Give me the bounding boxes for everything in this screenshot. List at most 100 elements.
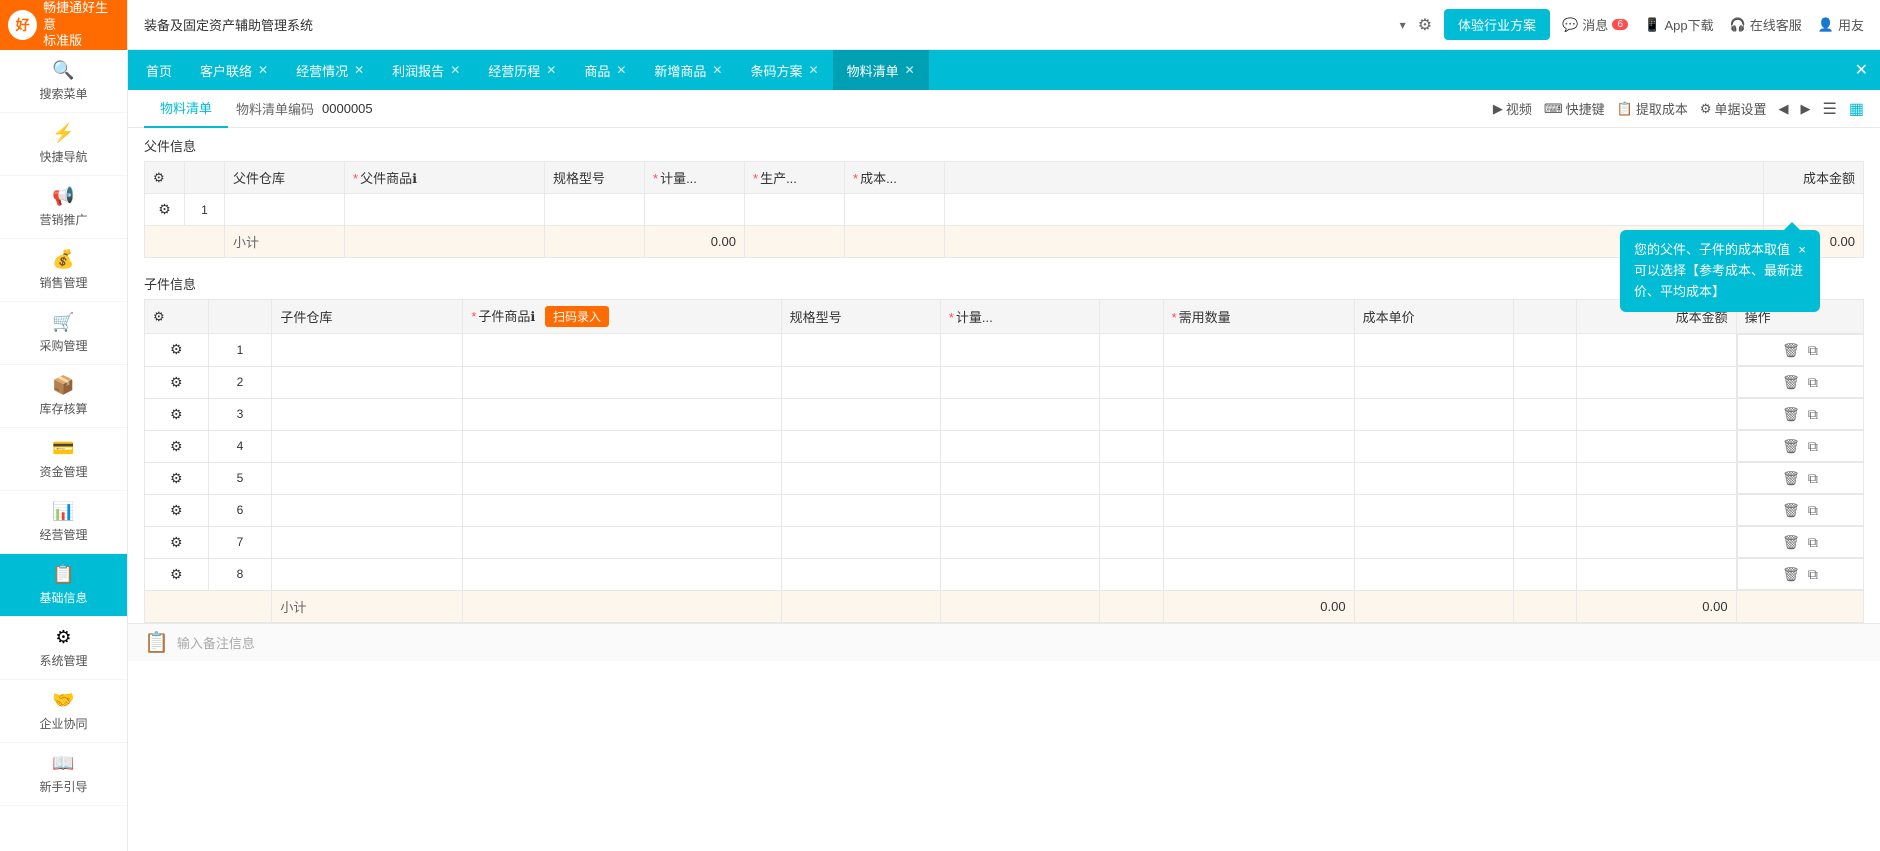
nav-grid-icon[interactable]: ▦ [1849,99,1864,119]
child-row3-settings[interactable]: ⚙ [145,398,209,430]
child-row5-warehouse[interactable] [272,462,463,494]
extract-cost-action[interactable]: 📋 提取成本 [1617,99,1688,118]
child-row4-warehouse[interactable] [272,430,463,462]
child-row1-costprice[interactable] [1354,334,1513,367]
child-row7-spec[interactable] [781,526,940,558]
sidebar-item-10[interactable]: 🤝企业协同 [0,680,127,743]
child-row5-settings[interactable]: ⚙ [145,462,209,494]
nav-tab-close-7[interactable]: ✕ [809,63,819,77]
trial-button[interactable]: 体验行业方案 [1444,9,1550,40]
sidebar-item-2[interactable]: 📢营销推广 [0,176,127,239]
nav-tab-0[interactable]: 首页 [132,50,186,90]
child-row6-delete-icon[interactable]: 🗑 [1782,502,1800,519]
child-row8-need[interactable] [1163,558,1354,591]
child-row6-product[interactable] [463,494,781,526]
child-row4-need[interactable] [1163,430,1354,462]
child-row3-warehouse[interactable] [272,398,463,430]
child-row2-delete-icon[interactable]: 🗑 [1782,374,1800,391]
sidebar-item-3[interactable]: 💰销售管理 [0,239,127,302]
gear-icon[interactable]: ⚙ [1418,15,1432,35]
nav-tab-6[interactable]: 新增商品✕ [640,50,736,90]
child-row5-costprice[interactable] [1354,462,1513,494]
sidebar-item-1[interactable]: ⚡快捷导航 [0,113,127,176]
child-row5-delete-icon[interactable]: 🗑 [1782,470,1800,487]
nav-tab-close-1[interactable]: ✕ [258,63,268,77]
online-service-action[interactable]: 🎧 在线客服 [1730,15,1802,34]
child-row3-costprice[interactable] [1354,398,1513,430]
child-row2-product[interactable] [463,366,781,398]
child-row8-spec[interactable] [781,558,940,591]
sidebar-item-9[interactable]: ⚙系统管理 [0,617,127,680]
child-row8-copy-icon[interactable]: ⧉ [1808,566,1818,583]
child-row7-qty[interactable] [940,526,1099,558]
parent-row1-warehouse[interactable] [225,194,345,226]
child-row5-product[interactable] [463,462,781,494]
nav-next-icon[interactable]: ▶ [1801,101,1811,117]
child-row7-delete-icon[interactable]: 🗑 [1782,534,1800,551]
app-download-action[interactable]: 📱 App下载 [1644,15,1713,34]
child-row3-delete-icon[interactable]: 🗑 [1782,406,1800,423]
nav-tab-close-3[interactable]: ✕ [450,63,460,77]
child-row4-copy-icon[interactable]: ⧉ [1808,438,1818,455]
parent-row1-spec[interactable] [545,194,645,226]
child-row8-settings[interactable]: ⚙ [145,558,209,591]
sidebar-item-6[interactable]: 💳资金管理 [0,428,127,491]
child-row7-copy-icon[interactable]: ⧉ [1808,534,1818,551]
child-row2-settings[interactable]: ⚙ [145,366,209,398]
child-row4-product[interactable] [463,430,781,462]
child-row2-spec[interactable] [781,366,940,398]
sidebar-item-4[interactable]: 🛒采购管理 [0,302,127,365]
child-row2-copy-icon[interactable]: ⧉ [1808,374,1818,391]
nav-menu-icon[interactable]: ☰ [1823,99,1837,119]
child-row8-warehouse[interactable] [272,558,463,591]
child-row2-need[interactable] [1163,366,1354,398]
chevron-down-icon[interactable]: ▾ [1400,18,1406,32]
parent-row1-prod[interactable] [745,194,845,226]
child-row5-copy-icon[interactable]: ⧉ [1808,470,1818,487]
close-window-icon[interactable]: ✕ [1847,60,1876,80]
nav-prev-icon[interactable]: ◀ [1779,101,1789,117]
sidebar-item-8[interactable]: 📋基础信息 [0,554,127,617]
child-row6-costprice[interactable] [1354,494,1513,526]
child-row5-qty[interactable] [940,462,1099,494]
child-row8-costprice[interactable] [1354,558,1513,591]
nav-tab-5[interactable]: 商品✕ [570,50,640,90]
child-row1-copy-icon[interactable]: ⧉ [1808,342,1818,359]
child-row7-costprice[interactable] [1354,526,1513,558]
child-row3-qty[interactable] [940,398,1099,430]
child-row7-need[interactable] [1163,526,1354,558]
parent-row1-settings[interactable]: ⚙ [145,194,185,226]
nav-tab-1[interactable]: 客户联络✕ [186,50,282,90]
child-row1-settings[interactable]: ⚙ [145,334,209,367]
child-row2-qty[interactable] [940,366,1099,398]
child-row6-settings[interactable]: ⚙ [145,494,209,526]
parent-row1-cost[interactable] [845,194,945,226]
user-action[interactable]: 👤 用友 [1818,15,1864,34]
nav-tab-close-6[interactable]: ✕ [712,63,722,77]
child-row7-product[interactable] [463,526,781,558]
nav-tab-2[interactable]: 经营情况✕ [282,50,378,90]
child-row1-warehouse[interactable] [272,334,463,367]
nav-tab-close-2[interactable]: ✕ [354,63,364,77]
nav-tab-close-5[interactable]: ✕ [616,63,626,77]
child-row8-delete-icon[interactable]: 🗑 [1782,566,1800,583]
child-row3-product[interactable] [463,398,781,430]
tooltip-close-button[interactable]: × [1798,240,1806,261]
notes-text[interactable]: 输入备注信息 [177,633,255,652]
child-row2-warehouse[interactable] [272,366,463,398]
child-row6-qty[interactable] [940,494,1099,526]
sub-tab-material-list[interactable]: 物料清单 [144,90,228,128]
child-row6-warehouse[interactable] [272,494,463,526]
child-row1-need[interactable] [1163,334,1354,367]
child-row1-delete-icon[interactable]: 🗑 [1782,342,1800,359]
sidebar-item-11[interactable]: 📖新手引导 [0,743,127,806]
shortcut-action[interactable]: ⌨ 快捷键 [1544,99,1605,118]
child-row5-spec[interactable] [781,462,940,494]
child-row3-copy-icon[interactable]: ⧉ [1808,406,1818,423]
child-row6-spec[interactable] [781,494,940,526]
video-action[interactable]: ▶ 视频 [1493,99,1532,118]
child-row7-warehouse[interactable] [272,526,463,558]
child-row3-spec[interactable] [781,398,940,430]
child-row6-copy-icon[interactable]: ⧉ [1808,502,1818,519]
scan-input-button[interactable]: 扫码录入 [545,306,609,327]
